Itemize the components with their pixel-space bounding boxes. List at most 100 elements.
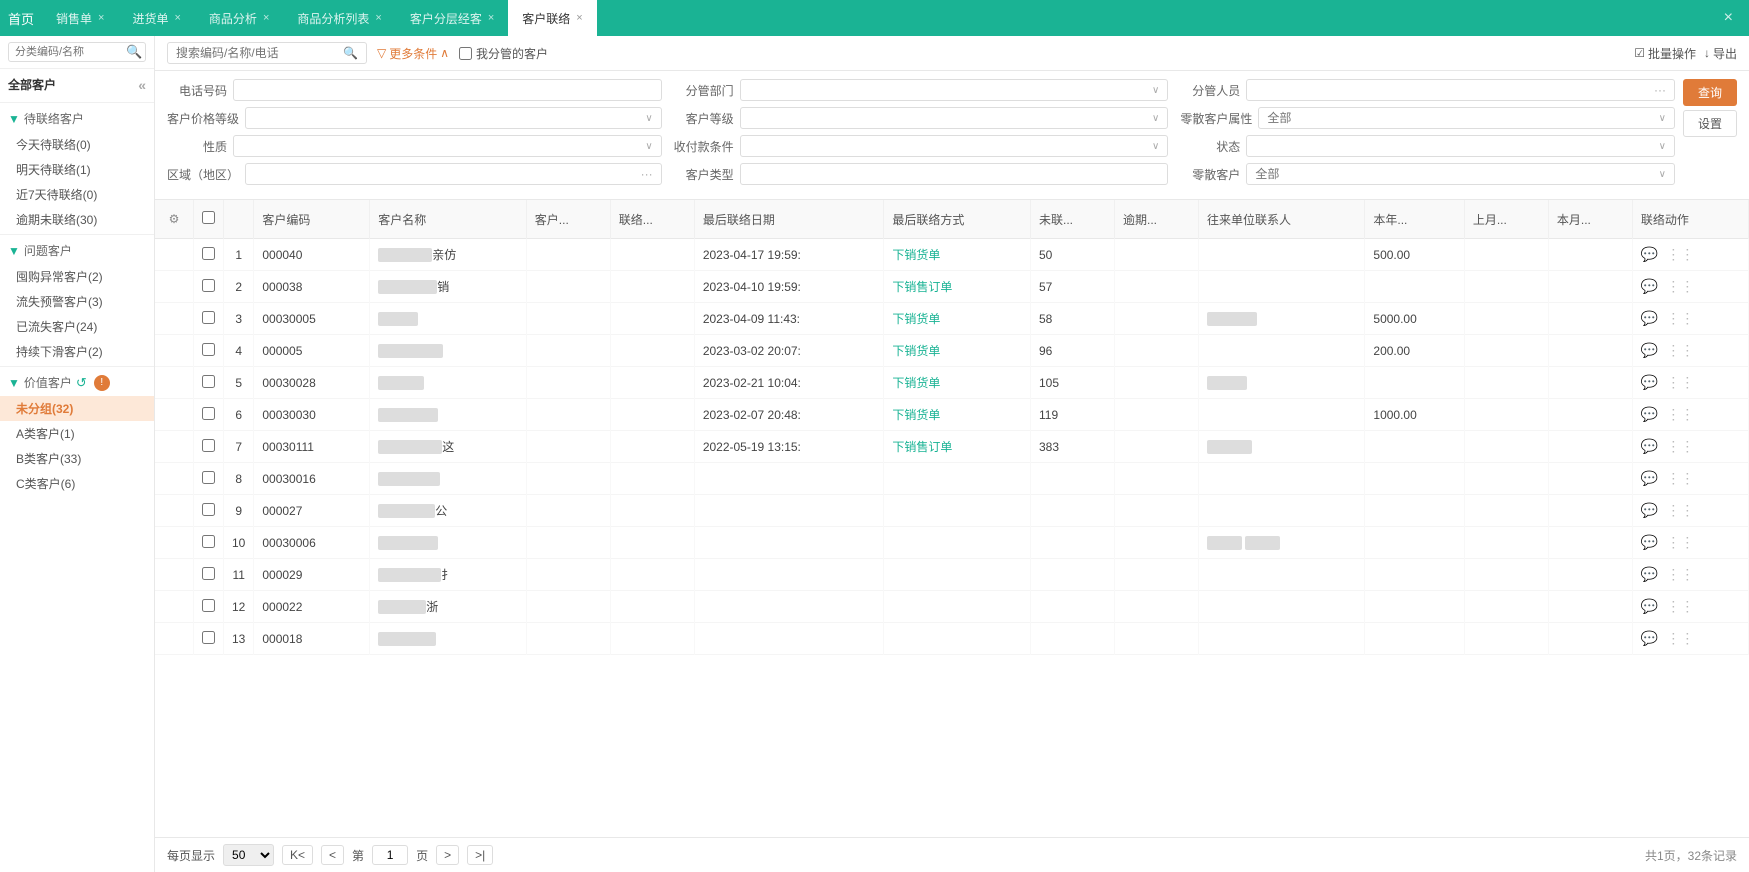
more-action-icon[interactable]: ⋮⋮ bbox=[1666, 438, 1694, 455]
batch-op-button[interactable]: ☑ 批量操作 bbox=[1634, 45, 1696, 62]
group-problem-customers[interactable]: ▼ 问题客户 bbox=[0, 237, 154, 264]
row-checkbox[interactable] bbox=[202, 279, 215, 292]
more-action-icon[interactable]: ⋮⋮ bbox=[1666, 406, 1694, 423]
row-checkbox-cell[interactable] bbox=[194, 591, 224, 623]
sidebar-item-churned[interactable]: 已流失客户(24) bbox=[0, 314, 154, 339]
contact-action-icon[interactable]: 💬 bbox=[1641, 342, 1658, 359]
contact-action-icon[interactable]: 💬 bbox=[1641, 406, 1658, 423]
query-button[interactable]: 查询 bbox=[1683, 79, 1737, 106]
filter-customer-level-input[interactable] bbox=[749, 111, 1152, 125]
row-checkbox[interactable] bbox=[202, 471, 215, 484]
row-checkbox[interactable] bbox=[202, 247, 215, 260]
filter-status-input[interactable] bbox=[1255, 139, 1658, 153]
row-checkbox[interactable] bbox=[202, 439, 215, 452]
more-icon[interactable]: ··· bbox=[641, 167, 653, 181]
row-checkbox-cell[interactable] bbox=[194, 495, 224, 527]
contact-action-icon[interactable]: 💬 bbox=[1641, 374, 1658, 391]
filter-price-level-input[interactable] bbox=[254, 111, 645, 125]
sidebar-item-overdue-contact[interactable]: 逾期未联络(30) bbox=[0, 207, 154, 232]
filter-search-box[interactable]: 🔍 bbox=[167, 42, 367, 64]
row-checkbox-cell[interactable] bbox=[194, 271, 224, 303]
page-size-select[interactable]: 10 20 50 100 bbox=[223, 844, 274, 866]
filter-retail-attr-input[interactable] bbox=[1267, 111, 1658, 125]
contact-action-icon[interactable]: 💬 bbox=[1641, 502, 1658, 519]
contact-method-link[interactable]: 下销货单 bbox=[892, 312, 940, 326]
filter-payment-input[interactable] bbox=[749, 139, 1152, 153]
sidebar-item-class-a[interactable]: A类客户(1) bbox=[0, 421, 154, 446]
filter-customer-type-input[interactable] bbox=[749, 167, 1160, 181]
sidebar-item-class-c[interactable]: C类客户(6) bbox=[0, 471, 154, 496]
filter-search-input[interactable] bbox=[176, 46, 343, 60]
filter-region-input[interactable] bbox=[254, 167, 641, 181]
row-checkbox-cell[interactable] bbox=[194, 303, 224, 335]
close-icon[interactable]: × bbox=[375, 12, 381, 24]
row-checkbox[interactable] bbox=[202, 375, 215, 388]
group-value-customers[interactable]: ▼ 价值客户 ↺ ! bbox=[0, 369, 154, 396]
close-icon[interactable]: × bbox=[263, 12, 269, 24]
contact-action-icon[interactable]: 💬 bbox=[1641, 534, 1658, 551]
row-checkbox[interactable] bbox=[202, 343, 215, 356]
more-action-icon[interactable]: ⋮⋮ bbox=[1666, 278, 1694, 295]
row-checkbox-cell[interactable] bbox=[194, 431, 224, 463]
contact-method-link[interactable]: 下销货单 bbox=[892, 344, 940, 358]
row-checkbox[interactable] bbox=[202, 311, 215, 324]
close-icon[interactable]: × bbox=[98, 12, 104, 24]
more-action-icon[interactable]: ⋮⋮ bbox=[1666, 534, 1694, 551]
tab-product-analysis-list[interactable]: 商品分析列表 × bbox=[283, 0, 395, 36]
my-customers-checkbox[interactable] bbox=[459, 47, 472, 60]
contact-action-icon[interactable]: 💬 bbox=[1641, 470, 1658, 487]
more-action-icon[interactable]: ⋮⋮ bbox=[1666, 374, 1694, 391]
row-checkbox-cell[interactable] bbox=[194, 399, 224, 431]
row-checkbox[interactable] bbox=[202, 535, 215, 548]
row-checkbox-cell[interactable] bbox=[194, 623, 224, 655]
filter-retail-customer-input[interactable] bbox=[1255, 167, 1658, 181]
filter-dept-input[interactable] bbox=[749, 83, 1152, 97]
filter-nature-input[interactable] bbox=[242, 139, 645, 153]
row-checkbox[interactable] bbox=[202, 567, 215, 580]
row-checkbox-cell[interactable] bbox=[194, 527, 224, 559]
tab-customer-contact[interactable]: 客户联络 × bbox=[508, 0, 596, 36]
row-checkbox-cell[interactable] bbox=[194, 367, 224, 399]
contact-action-icon[interactable]: 💬 bbox=[1641, 438, 1658, 455]
more-action-icon[interactable]: ⋮⋮ bbox=[1666, 470, 1694, 487]
all-customers-header[interactable]: 全部客户 « bbox=[0, 69, 154, 100]
row-checkbox-cell[interactable] bbox=[194, 463, 224, 495]
reset-button[interactable]: 设置 bbox=[1683, 110, 1737, 137]
more-action-icon[interactable]: ⋮⋮ bbox=[1666, 246, 1694, 263]
last-page-button[interactable]: >| bbox=[467, 845, 493, 865]
sidebar-item-7days-pending[interactable]: 近7天待联络(0) bbox=[0, 182, 154, 207]
more-action-icon[interactable]: ⋮⋮ bbox=[1666, 630, 1694, 647]
tab-customer-tier[interactable]: 客户分层经客 × bbox=[396, 0, 508, 36]
sidebar-item-abnormal[interactable]: 囤购异常客户(2) bbox=[0, 264, 154, 289]
page-number-input[interactable] bbox=[372, 845, 408, 865]
contact-action-icon[interactable]: 💬 bbox=[1641, 566, 1658, 583]
sidebar-item-class-b[interactable]: B类客户(33) bbox=[0, 446, 154, 471]
tab-product-analysis[interactable]: 商品分析 × bbox=[195, 0, 283, 36]
contact-method-link[interactable]: 下销售订单 bbox=[892, 440, 952, 454]
contact-action-icon[interactable]: 💬 bbox=[1641, 630, 1658, 647]
table-settings-button[interactable]: ⚙ bbox=[163, 208, 185, 230]
first-page-button[interactable]: K< bbox=[282, 845, 313, 865]
my-customers-filter[interactable]: 我分管的客户 bbox=[459, 45, 548, 62]
contact-method-link[interactable]: 下销售订单 bbox=[892, 280, 952, 294]
group-pending-contact[interactable]: ▼ 待联络客户 bbox=[0, 105, 154, 132]
sidebar-item-declining[interactable]: 持续下滑客户(2) bbox=[0, 339, 154, 364]
row-checkbox[interactable] bbox=[202, 407, 215, 420]
row-checkbox-cell[interactable] bbox=[194, 559, 224, 591]
contact-method-link[interactable]: 下销货单 bbox=[892, 408, 940, 422]
home-tab[interactable]: 首页 bbox=[8, 9, 34, 28]
row-checkbox[interactable] bbox=[202, 503, 215, 516]
sidebar-item-tomorrow-pending[interactable]: 明天待联络(1) bbox=[0, 157, 154, 182]
sidebar-item-churn-warning[interactable]: 流失预警客户(3) bbox=[0, 289, 154, 314]
more-conditions-button[interactable]: ▽ 更多条件 ∧ bbox=[377, 45, 449, 62]
contact-method-link[interactable]: 下销货单 bbox=[892, 248, 940, 262]
next-page-button[interactable]: > bbox=[436, 845, 459, 865]
tab-sales[interactable]: 销售单 × bbox=[42, 0, 118, 36]
more-action-icon[interactable]: ⋮⋮ bbox=[1666, 502, 1694, 519]
nav-close-button[interactable]: × bbox=[1716, 9, 1741, 27]
close-icon[interactable]: × bbox=[576, 12, 582, 24]
sidebar-item-today-pending[interactable]: 今天待联络(0) bbox=[0, 132, 154, 157]
close-icon[interactable]: × bbox=[174, 12, 180, 24]
contact-method-link[interactable]: 下销货单 bbox=[892, 376, 940, 390]
row-checkbox[interactable] bbox=[202, 599, 215, 612]
